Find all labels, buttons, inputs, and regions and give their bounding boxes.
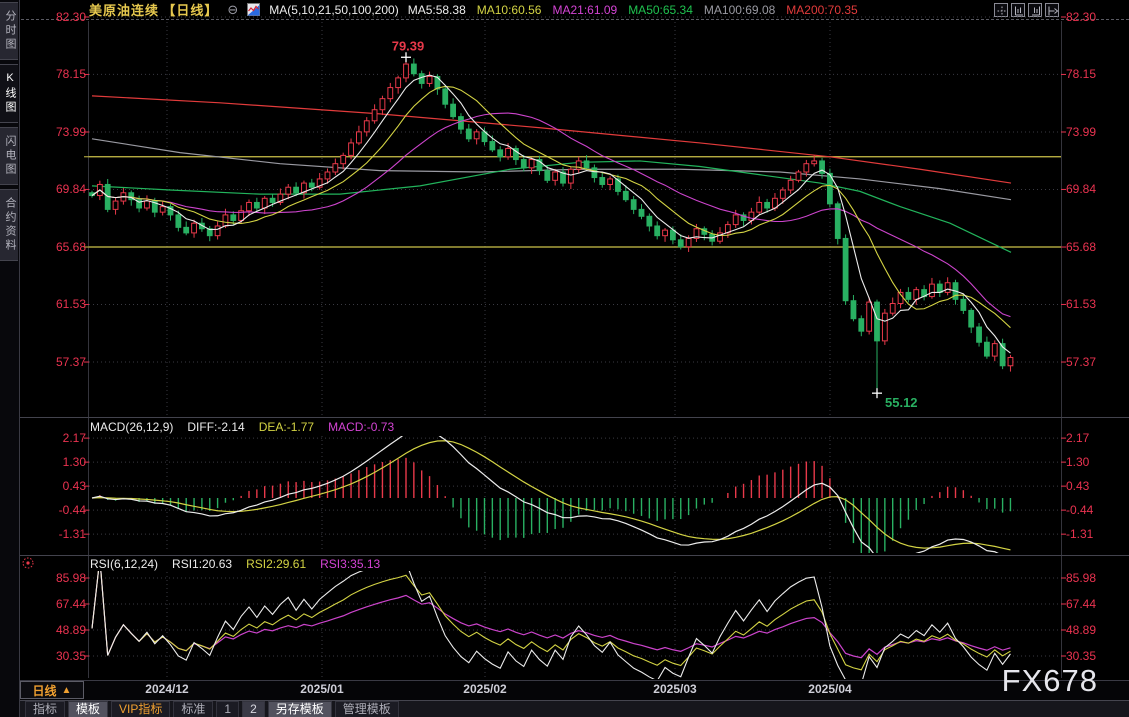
- price-axis-label: 65.68: [1066, 240, 1096, 254]
- rsi1-value: RSI1:20.63: [172, 557, 232, 571]
- toolbar-indicator[interactable]: 指标: [25, 701, 65, 717]
- period-label: 日线: [33, 682, 57, 699]
- rsi-axis-label: 48.89: [1066, 623, 1096, 637]
- macd-axis-label: 1.30: [1066, 455, 1089, 469]
- chevron-up-icon: ▲: [62, 685, 72, 696]
- panel-separator: [20, 417, 1129, 418]
- macd-axis-label: -0.44: [1066, 503, 1093, 517]
- macd-axis-label: 0.43: [1066, 479, 1089, 493]
- macd-title: MACD(26,12,9): [90, 420, 173, 434]
- toolbar-vip-indicator[interactable]: VIP指标: [111, 701, 170, 717]
- x-axis-month-label: 2025/04: [808, 682, 851, 696]
- x-axis-month-label: 2025/02: [463, 682, 506, 696]
- price-axis-label: 57.37: [24, 355, 86, 369]
- rsi-axis-label: 67.44: [1066, 597, 1096, 611]
- rsi-axis-label: 30.35: [1066, 649, 1096, 663]
- toolbar-manage-template[interactable]: 管理模板: [335, 701, 399, 717]
- toolbar-template[interactable]: 模板: [68, 701, 108, 717]
- price-axis-label: 78.15: [24, 67, 86, 81]
- rsi2-value: RSI2:29.61: [246, 557, 306, 571]
- macd-panel-header: MACD(26,12,9) DIFF:-2.14 DEA:-1.77 MACD:…: [90, 420, 394, 434]
- macd-axis-label: 1.30: [24, 455, 86, 469]
- high-annotation: 79.39: [392, 38, 425, 53]
- rsi3-value: RSI3:35.13: [320, 557, 380, 571]
- chart-canvas[interactable]: 79.39 55.12: [0, 0, 1129, 717]
- price-axis-label: 61.53: [1066, 297, 1096, 311]
- rsi-axis-label: 30.35: [24, 649, 86, 663]
- rsi-axis-label: 67.44: [24, 597, 86, 611]
- toolbar-slot-2[interactable]: 2: [242, 701, 265, 717]
- macd-axis-label: 0.43: [24, 479, 86, 493]
- period-selector[interactable]: 日线 ▲: [20, 681, 84, 699]
- rsi-axis-label: 85.98: [24, 571, 86, 585]
- toolbar-slot-1[interactable]: 1: [216, 701, 239, 717]
- panel-separator: [20, 555, 1129, 556]
- price-axis-label: 82.30: [1066, 10, 1096, 24]
- price-axis-label: 73.99: [1066, 125, 1096, 139]
- macd-axis-label: -1.31: [1066, 527, 1093, 541]
- price-axis-label: 65.68: [24, 240, 86, 254]
- toolbar-standard[interactable]: 标准: [173, 701, 213, 717]
- price-axis-label: 69.84: [24, 182, 86, 196]
- toolbar-save-as-template[interactable]: 另存模板: [268, 701, 332, 717]
- watermark: FX678: [1002, 663, 1098, 699]
- macd-axis-label: -0.44: [24, 503, 86, 517]
- macd-axis-label: 2.17: [24, 431, 86, 445]
- chart-application: 分时图K线图闪电图合约资料 美原油连续 【日线】 ⊖ MA(5,10,21,50…: [0, 0, 1129, 717]
- price-axis-label: 82.30: [24, 10, 86, 24]
- price-axis-label: 61.53: [24, 297, 86, 311]
- macd-diff-value: DIFF:-2.14: [187, 420, 244, 434]
- macd-axis-label: 2.17: [1066, 431, 1089, 445]
- bottom-toolbar: 指标模板VIP指标标准12另存模板管理模板: [20, 700, 1129, 717]
- x-axis-month-label: 2025/03: [653, 682, 696, 696]
- macd-axis-label: -1.31: [24, 527, 86, 541]
- x-axis-month-label: 2024/12: [145, 682, 188, 696]
- price-axis-label: 69.84: [1066, 182, 1096, 196]
- rsi-axis-label: 85.98: [1066, 571, 1096, 585]
- price-axis-label: 78.15: [1066, 67, 1096, 81]
- macd-dea-value: DEA:-1.77: [259, 420, 314, 434]
- price-axis-label: 73.99: [24, 125, 86, 139]
- rsi-panel-header: RSI(6,12,24) RSI1:20.63 RSI2:29.61 RSI3:…: [90, 557, 380, 571]
- macd-macd-value: MACD:-0.73: [328, 420, 394, 434]
- price-axis-label: 57.37: [1066, 355, 1096, 369]
- rsi-title: RSI(6,12,24): [90, 557, 158, 571]
- x-axis-month-label: 2025/01: [300, 682, 343, 696]
- low-annotation: 55.12: [885, 395, 918, 410]
- rsi-axis-label: 48.89: [24, 623, 86, 637]
